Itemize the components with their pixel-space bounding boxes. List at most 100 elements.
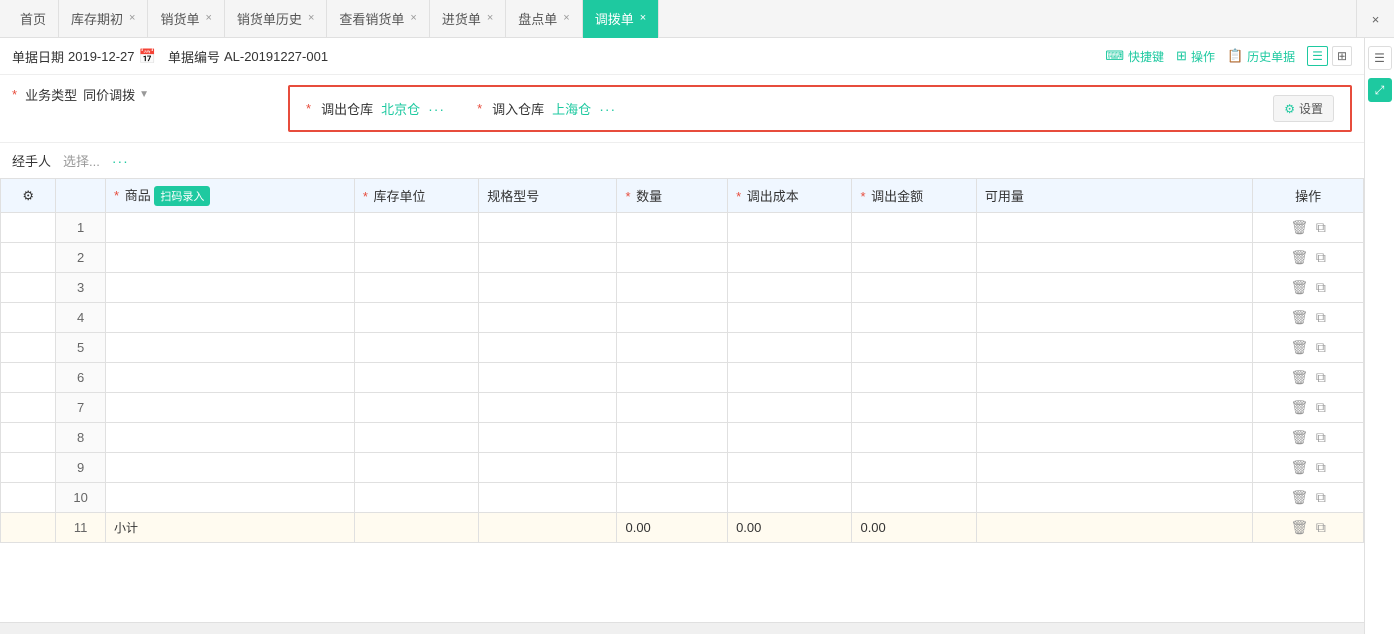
row-unit-cell[interactable]	[354, 453, 478, 483]
row-available-cell[interactable]	[976, 393, 1252, 423]
col-settings[interactable]: ⚙	[1, 179, 56, 213]
row-product-cell[interactable]	[106, 363, 355, 393]
copy-icon[interactable]: ⧉	[1316, 429, 1326, 445]
sidebar-list-btn[interactable]: ☰	[1368, 46, 1392, 70]
row-amount-cell[interactable]	[852, 213, 976, 243]
copy-icon[interactable]: ⧉	[1316, 399, 1326, 415]
copy-icon[interactable]: ⧉	[1316, 279, 1326, 295]
row-cost-cell[interactable]	[728, 393, 852, 423]
row-cost-cell[interactable]	[728, 273, 852, 303]
window-close-button[interactable]: ×	[1356, 0, 1394, 38]
row-unit-cell[interactable]	[354, 333, 478, 363]
scan-button[interactable]: 扫码录入	[154, 186, 210, 206]
tab-view-sales[interactable]: 查看销货单 ×	[327, 0, 429, 38]
copy-icon[interactable]: ⧉	[1316, 489, 1326, 505]
operation-action[interactable]: ⊞ 操作	[1176, 48, 1215, 65]
row-quantity-cell[interactable]	[617, 393, 728, 423]
row-product-cell[interactable]	[106, 453, 355, 483]
row-cost-cell[interactable]	[728, 213, 852, 243]
row-spec-cell[interactable]	[479, 303, 617, 333]
row-amount-cell[interactable]	[852, 483, 976, 513]
copy-icon[interactable]: ⧉	[1316, 459, 1326, 475]
row-cost-cell[interactable]	[728, 243, 852, 273]
sidebar-expand-btn[interactable]: ⤢	[1368, 78, 1392, 102]
row-spec-cell[interactable]	[479, 483, 617, 513]
delete-icon[interactable]: 🗑	[1290, 459, 1308, 475]
row-amount-cell[interactable]	[852, 453, 976, 483]
tab-sales-history[interactable]: 销货单历史 ×	[225, 0, 327, 38]
row-spec-cell[interactable]	[479, 393, 617, 423]
tab-purchase-order[interactable]: 进货单 ×	[430, 0, 506, 38]
row-available-cell[interactable]	[976, 273, 1252, 303]
copy-icon[interactable]: ⧉	[1316, 369, 1326, 385]
row-product-cell[interactable]	[106, 333, 355, 363]
row-unit-cell[interactable]	[354, 483, 478, 513]
row-amount-cell[interactable]	[852, 363, 976, 393]
row-amount-cell[interactable]	[852, 303, 976, 333]
row-amount-cell[interactable]	[852, 333, 976, 363]
calendar-icon[interactable]: 📅	[139, 48, 156, 65]
tab-purchase-order-close[interactable]: ×	[487, 13, 493, 24]
horizontal-scrollbar[interactable]	[0, 622, 1364, 634]
row-cost-cell[interactable]	[728, 453, 852, 483]
row-available-cell[interactable]	[976, 453, 1252, 483]
transfer-out-value[interactable]: 北京仓	[381, 99, 420, 118]
row-available-cell[interactable]	[976, 483, 1252, 513]
delete-icon[interactable]: 🗑	[1290, 429, 1308, 445]
transfer-in-value[interactable]: 上海仓	[552, 99, 591, 118]
copy-icon[interactable]: ⧉	[1316, 219, 1326, 235]
row-unit-cell[interactable]	[354, 363, 478, 393]
business-type-select[interactable]: 同价调拨 ▼	[83, 85, 203, 104]
tab-sales-order-close[interactable]: ×	[205, 13, 211, 24]
row-unit-cell[interactable]	[354, 393, 478, 423]
tab-sales-history-close[interactable]: ×	[308, 13, 314, 24]
delete-icon[interactable]: 🗑	[1290, 339, 1308, 355]
row-product-cell[interactable]	[106, 303, 355, 333]
row-amount-cell[interactable]	[852, 243, 976, 273]
shortcut-action[interactable]: ⌨ 快捷键	[1105, 48, 1164, 65]
row-quantity-cell[interactable]	[617, 213, 728, 243]
row-amount-cell[interactable]	[852, 273, 976, 303]
operator-select[interactable]: 选择...	[63, 151, 100, 170]
transfer-in-ellipsis[interactable]: ···	[599, 101, 616, 117]
tab-transfer-order-close[interactable]: ×	[640, 13, 646, 24]
grid-view-btn[interactable]: ⊞	[1332, 46, 1352, 66]
row-available-cell[interactable]	[976, 243, 1252, 273]
delete-icon[interactable]: 🗑	[1290, 369, 1308, 385]
row-available-cell[interactable]	[976, 423, 1252, 453]
row-spec-cell[interactable]	[479, 213, 617, 243]
row-product-cell[interactable]	[106, 483, 355, 513]
operator-ellipsis[interactable]: ···	[112, 153, 129, 169]
delete-icon[interactable]: 🗑	[1290, 489, 1308, 505]
delete-icon[interactable]: 🗑	[1290, 309, 1308, 325]
row-unit-cell[interactable]	[354, 303, 478, 333]
row-quantity-cell[interactable]	[617, 423, 728, 453]
row-quantity-cell[interactable]	[617, 303, 728, 333]
tab-transfer-order[interactable]: 调拨单 ×	[583, 0, 659, 38]
row-amount-cell[interactable]	[852, 423, 976, 453]
delete-icon[interactable]: 🗑	[1290, 279, 1308, 295]
row-spec-cell[interactable]	[479, 243, 617, 273]
tab-inventory-init[interactable]: 库存期初 ×	[59, 0, 148, 38]
delete-icon[interactable]: 🗑	[1290, 249, 1308, 265]
row-unit-cell[interactable]	[354, 273, 478, 303]
tab-inventory-count-close[interactable]: ×	[563, 13, 569, 24]
history-action[interactable]: 📋 历史单据	[1227, 48, 1295, 65]
copy-icon[interactable]: ⧉	[1316, 519, 1326, 535]
row-quantity-cell[interactable]	[617, 453, 728, 483]
row-spec-cell[interactable]	[479, 273, 617, 303]
row-unit-cell[interactable]	[354, 243, 478, 273]
row-spec-cell[interactable]	[479, 363, 617, 393]
row-spec-cell[interactable]	[479, 423, 617, 453]
row-unit-cell[interactable]	[354, 423, 478, 453]
row-available-cell[interactable]	[976, 303, 1252, 333]
delete-icon[interactable]: 🗑	[1290, 519, 1308, 535]
row-cost-cell[interactable]	[728, 303, 852, 333]
row-available-cell[interactable]	[976, 213, 1252, 243]
row-quantity-cell[interactable]	[617, 333, 728, 363]
row-spec-cell[interactable]	[479, 453, 617, 483]
row-quantity-cell[interactable]	[617, 273, 728, 303]
delete-icon[interactable]: 🗑	[1290, 219, 1308, 235]
row-product-cell[interactable]	[106, 273, 355, 303]
gear-icon[interactable]: ⚙	[22, 188, 34, 203]
